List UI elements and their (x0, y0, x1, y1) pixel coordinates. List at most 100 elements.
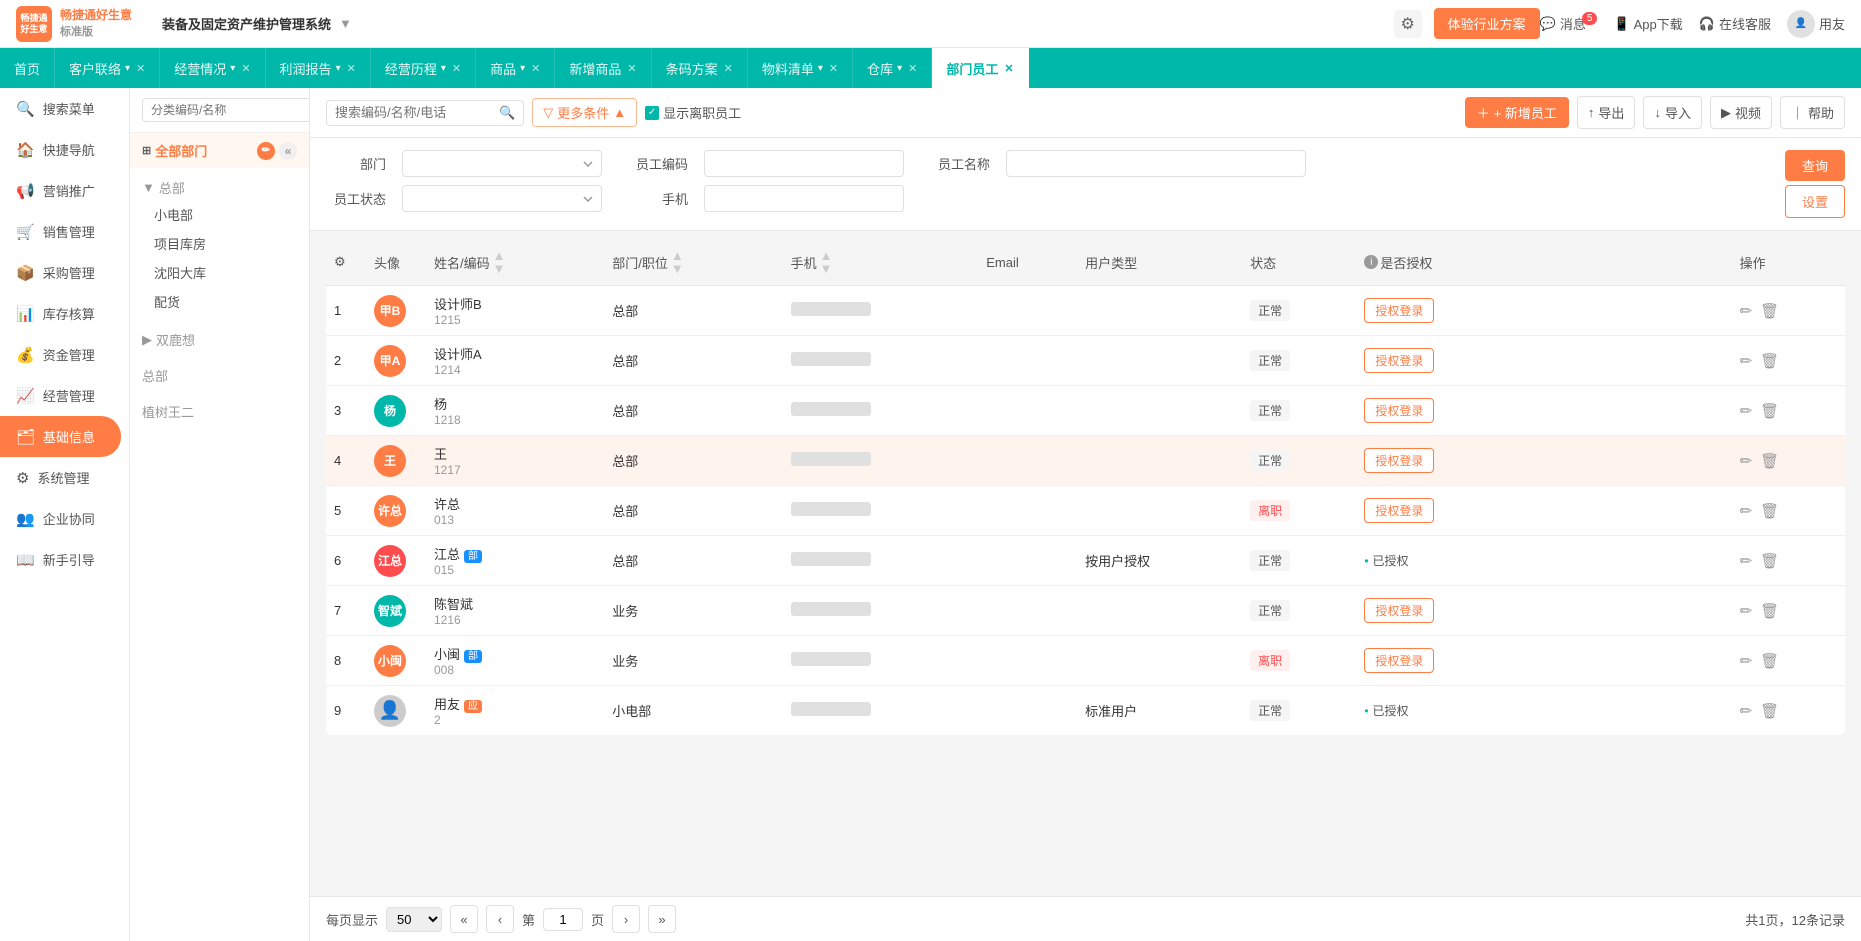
phone-input[interactable] (704, 185, 904, 212)
emp-status-select[interactable] (402, 185, 602, 212)
col-settings[interactable]: ⚙ (326, 239, 366, 286)
dept-edit-icon[interactable]: ✏ (257, 142, 275, 160)
search-submit-icon[interactable]: 🔍 (499, 105, 515, 121)
sidebar-item-finance[interactable]: 💰 资金管理 (0, 334, 129, 375)
next-page-button[interactable]: › (612, 905, 640, 933)
tab-customer[interactable]: 客户联络 ▾✕ (55, 48, 160, 88)
last-page-button[interactable]: » (648, 905, 676, 933)
dept-item-project[interactable]: 项目库房 (130, 229, 309, 258)
row-user-type (1077, 336, 1242, 386)
edit-icon[interactable]: ✏ (1740, 352, 1753, 370)
dept-search-input[interactable] (142, 98, 310, 122)
row-status: 正常 (1242, 336, 1356, 386)
per-page-select[interactable]: 50 20 100 (386, 907, 442, 932)
sys-title-dropdown[interactable]: ▼ (339, 16, 352, 31)
edit-icon[interactable]: ✏ (1740, 502, 1753, 520)
dept-item-distribution[interactable]: 配货 (130, 287, 309, 316)
help-button[interactable]: ｜ 帮助 (1780, 96, 1845, 129)
tab-operations[interactable]: 经营情况 ▾✕ (160, 48, 265, 88)
sidebar-item-mgmt[interactable]: 📈 经营管理 (0, 375, 129, 416)
delete-icon[interactable]: 🗑 (1760, 552, 1779, 570)
delete-icon[interactable]: 🗑 (1760, 502, 1779, 520)
app-download-button[interactable]: 📱 App下载 (1613, 14, 1682, 33)
query-button[interactable]: 查询 (1785, 150, 1845, 181)
tab-dept-staff[interactable]: 部门员工 ✕ (932, 48, 1028, 88)
sidebar-item-guide[interactable]: 📖 新手引导 (0, 539, 129, 580)
tab-barcode[interactable]: 条码方案 ✕ (652, 48, 748, 88)
col-name[interactable]: 姓名/编码▲▼ (426, 239, 604, 286)
mgmt-icon: 📈 (16, 387, 35, 405)
dept-section-title-sl[interactable]: ▶ 双鹿想 (130, 324, 309, 352)
tab-goods[interactable]: 商品 ▾✕ (476, 48, 555, 88)
export-button[interactable]: ↑ 导出 (1577, 96, 1636, 129)
delete-icon[interactable]: 🗑 (1760, 702, 1779, 720)
row-email (978, 636, 1077, 686)
auth-login-button[interactable]: 授权登录 (1364, 598, 1434, 623)
dept-collapse-icon[interactable]: « (279, 142, 297, 160)
auth-login-button[interactable]: 授权登录 (1364, 498, 1434, 523)
edit-icon[interactable]: ✏ (1740, 552, 1753, 570)
sidebar-item-sales[interactable]: 🛒 销售管理 (0, 211, 129, 252)
edit-icon[interactable]: ✏ (1740, 702, 1753, 720)
sidebar-item-inventory[interactable]: 📊 库存核算 (0, 293, 129, 334)
auth-login-button[interactable]: 授权登录 (1364, 348, 1434, 373)
first-page-button[interactable]: « (450, 905, 478, 933)
edit-icon[interactable]: ✏ (1740, 302, 1753, 320)
edit-icon[interactable]: ✏ (1740, 402, 1753, 420)
row-dept: 总部 (604, 486, 782, 536)
message-button[interactable]: 💬 消息 5 (1540, 14, 1598, 33)
edit-icon[interactable]: ✏ (1740, 652, 1753, 670)
set-button[interactable]: 设置 (1785, 185, 1845, 218)
auth-login-button[interactable]: 授权登录 (1364, 448, 1434, 473)
sidebar-item-system[interactable]: ⚙ 系统管理 (0, 457, 129, 498)
sidebar-item-collab[interactable]: 👥 企业协同 (0, 498, 129, 539)
user-menu[interactable]: 👤 用友 (1787, 10, 1845, 38)
tab-add-goods[interactable]: 新增商品 ✕ (555, 48, 651, 88)
auth-login-button[interactable]: 授权登录 (1364, 398, 1434, 423)
sidebar-item-search[interactable]: 🔍 搜索菜单 (0, 88, 129, 129)
delete-icon[interactable]: 🗑 (1760, 452, 1779, 470)
prev-page-button[interactable]: ‹ (486, 905, 514, 933)
toolbar: 🔍 ▽ 更多条件 ▲ ✓ 显示离职员工 ＋ + 新增员工 ↑ 导出 ↓ (310, 88, 1861, 138)
dept-section-title-zb2[interactable]: 总部 (130, 360, 309, 388)
search-input[interactable] (335, 105, 495, 120)
tab-home[interactable]: 首页 (0, 48, 55, 88)
add-employee-button[interactable]: ＋ + 新增员工 (1465, 97, 1569, 128)
auth-login-button[interactable]: 授权登录 (1364, 648, 1434, 673)
auth-login-button[interactable]: 授权登录 (1364, 298, 1434, 323)
more-filters-button[interactable]: ▽ 更多条件 ▲ (532, 98, 637, 127)
dept-item-xiaodian[interactable]: 小电部 (130, 200, 309, 229)
delete-icon[interactable]: 🗑 (1760, 652, 1779, 670)
dept-item-shenyang[interactable]: 沈阳大库 (130, 258, 309, 287)
tab-bom[interactable]: 物料清单 ▾✕ (748, 48, 853, 88)
edit-icon[interactable]: ✏ (1740, 602, 1753, 620)
tab-history[interactable]: 经营历程 ▾✕ (371, 48, 476, 88)
tab-warehouse[interactable]: 仓库 ▾✕ (853, 48, 932, 88)
video-button[interactable]: ▶ 视频 (1710, 96, 1772, 129)
settings-gear-icon[interactable]: ⚙ (1394, 10, 1422, 38)
import-button[interactable]: ↓ 导入 (1643, 96, 1702, 129)
dept-section-title-hq[interactable]: ▼ 总部 (130, 172, 309, 200)
trial-button[interactable]: 体验行业方案 (1434, 8, 1540, 39)
emp-name-input[interactable] (1006, 150, 1306, 177)
delete-icon[interactable]: 🗑 (1760, 302, 1779, 320)
row-actions: ✏🗑 (1732, 686, 1845, 736)
col-dept[interactable]: 部门/职位▲▼ (604, 239, 782, 286)
sidebar-item-nav[interactable]: 🏠 快捷导航 (0, 129, 129, 170)
tab-profit[interactable]: 利润报告 ▾✕ (266, 48, 371, 88)
emp-code-input[interactable] (704, 150, 904, 177)
col-phone[interactable]: 手机▲▼ (783, 239, 979, 286)
sidebar-item-basic[interactable]: 🗂 基础信息 (0, 416, 121, 457)
delete-icon[interactable]: 🗑 (1760, 602, 1779, 620)
dept-select[interactable] (402, 150, 602, 177)
delete-icon[interactable]: 🗑 (1760, 402, 1779, 420)
dept-section-title-zs[interactable]: 植树王二 (130, 396, 309, 424)
edit-icon[interactable]: ✏ (1740, 452, 1753, 470)
show-resigned-toggle[interactable]: ✓ 显示离职员工 (645, 103, 741, 122)
online-service-button[interactable]: 🎧 在线客服 (1699, 14, 1771, 33)
dept-all-button[interactable]: ⊞ 全部部门 ✏ « (130, 133, 309, 168)
sidebar-item-purchase[interactable]: 📦 采购管理 (0, 252, 129, 293)
page-number-input[interactable] (543, 908, 583, 931)
sidebar-item-marketing[interactable]: 📢 营销推广 (0, 170, 129, 211)
delete-icon[interactable]: 🗑 (1760, 352, 1779, 370)
